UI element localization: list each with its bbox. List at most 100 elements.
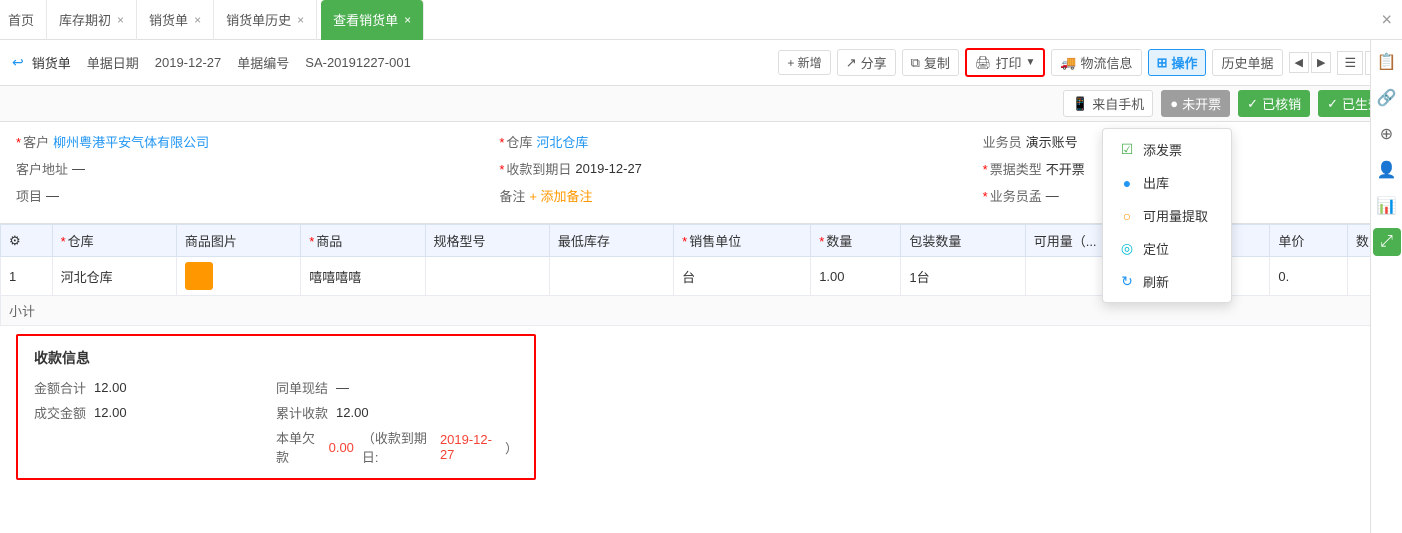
col-product-img: 商品图片 (176, 225, 300, 257)
owed-value: 0.00 (329, 440, 354, 455)
tab-view-sales-order[interactable]: 查看销货单 × (321, 0, 424, 40)
new-button[interactable]: + 新增 (778, 50, 830, 75)
cell-img (176, 257, 300, 296)
remark-field: 备注 + 添加备注 (499, 186, 902, 205)
cell-no: 1 (1, 257, 53, 296)
due-date-value: 2019-12-27 (575, 161, 655, 176)
deal-amount-item: 成交金额 12.00 (34, 403, 276, 422)
customer-field: *客户 柳州粤港平安气体有限公司 (16, 132, 419, 151)
nav-arrows: ◀ ▶ (1289, 52, 1332, 73)
share-button[interactable]: ↗ 分享 (837, 49, 896, 76)
dropdown-out-warehouse[interactable]: ● 出库 (1103, 166, 1231, 199)
add-invoice-icon: ☑ (1119, 142, 1135, 158)
doc-actions: + 新增 ↗ 分享 ⧉ 复制 🖨 打印 ▼ 🚚 物流信息 (778, 48, 1390, 77)
sidebar-expand-icon[interactable]: ⤢ (1373, 228, 1401, 256)
tab-close-inventory-init[interactable]: × (117, 13, 124, 27)
history-button[interactable]: 历史单据 (1212, 49, 1282, 76)
doc-number-value: SA-20191227-001 (305, 55, 411, 70)
doc-header: ↩ 销货单 单据日期 2019-12-27 单据编号 SA-20191227-0… (0, 40, 1402, 86)
customer-value[interactable]: 柳州粤港平安气体有限公司 (53, 132, 209, 151)
cumulative-value: 12.00 (336, 405, 369, 420)
tab-sales-order[interactable]: 销货单 × (137, 0, 214, 40)
nav-prev-button[interactable]: ◀ (1289, 52, 1309, 73)
tab-close-view-sales-order[interactable]: × (404, 13, 411, 27)
doc-number-label: 单据编号 (237, 53, 289, 72)
tab-home[interactable]: 首页 (8, 0, 47, 40)
from-mobile-button[interactable]: 📱 来自手机 (1063, 90, 1153, 117)
col-price: 单价 (1270, 225, 1347, 257)
col-spec: 规格型号 (425, 225, 549, 257)
copy-icon: ⧉ (911, 55, 920, 71)
col-min-stock: 最低库存 (549, 225, 673, 257)
due-date-field: *收款到期日 2019-12-27 (499, 159, 902, 178)
window-close-button[interactable]: × (1381, 9, 1392, 30)
dropdown-refresh[interactable]: ↻ 刷新 (1103, 265, 1231, 298)
logistics-button[interactable]: 🚚 物流信息 (1051, 49, 1141, 76)
total-amount-item: 金额合计 12.00 (34, 378, 276, 397)
cell-qty: 1.00 (811, 257, 901, 296)
due-date-note: 2019-12-27 (440, 432, 497, 462)
cell-unit: 台 (674, 257, 811, 296)
tab-sales-history[interactable]: 销货单历史 × (214, 0, 317, 40)
doc-title-area: ↩ 销货单 (12, 53, 71, 72)
ticket-icon: ● (1170, 96, 1178, 111)
cell-price: 0. (1270, 257, 1347, 296)
payment-title: 收款信息 (34, 348, 518, 368)
not-open-ticket-button[interactable]: ● 未开票 (1161, 90, 1230, 117)
col-warehouse: *仓库 (52, 225, 176, 257)
sidebar-link-icon[interactable]: 🔗 (1373, 84, 1401, 112)
right-sidebar: 📋 🔗 ⊕ 👤 📊 ⤢ (1370, 40, 1402, 533)
cell-product: 嘻嘻嘻嘻 (301, 257, 425, 296)
tab-close-sales-order[interactable]: × (194, 13, 201, 27)
payment-grid: 金额合计 12.00 同单现结 — 成交金额 12.00 累计收款 12.00 … (34, 378, 518, 466)
staff-label: 业务员 (983, 132, 1022, 151)
operate-icon: ⊞ (1157, 55, 1168, 71)
dropdown-locate[interactable]: ◎ 定位 (1103, 232, 1231, 265)
tab-close-sales-history[interactable]: × (297, 13, 304, 27)
col-settings: ⚙ (1, 225, 53, 257)
address-value: — (72, 161, 152, 176)
print-icon: 🖨 (975, 55, 992, 71)
owed-item: 本单欠款 0.00 （收款到期日: 2019-12-27 ） (276, 428, 518, 466)
tab-inventory-init[interactable]: 库存期初 × (47, 0, 137, 40)
doc-type-icon: ↩ (12, 54, 24, 71)
same-order-value: — (336, 380, 349, 395)
dropdown-add-invoice[interactable]: ☑ 添发票 (1103, 133, 1231, 166)
warehouse-value[interactable]: 河北仓库 (536, 132, 616, 151)
col-pack-qty: 包装数量 (901, 225, 1025, 257)
sidebar-add-icon[interactable]: ⊕ (1373, 120, 1401, 148)
deal-amount-value: 12.00 (94, 405, 127, 420)
cell-min-stock (549, 257, 673, 296)
dropdown-available-extract[interactable]: ○ 可用量提取 (1103, 199, 1231, 232)
staff-value: 演示账号 (1026, 132, 1106, 151)
print-button[interactable]: 🖨 打印 ▼ (965, 48, 1045, 77)
doc-meta: 单据日期 2019-12-27 单据编号 SA-20191227-001 (87, 53, 411, 72)
payment-section: 收款信息 金额合计 12.00 同单现结 — 成交金额 12.00 累计收款 1… (16, 334, 536, 480)
check-icon: ✓ (1247, 96, 1258, 112)
total-amount-value: 12.00 (94, 380, 127, 395)
logistics-icon: 🚚 (1060, 55, 1076, 71)
sidebar-chart-icon[interactable]: 📊 (1373, 192, 1401, 220)
check-off-button[interactable]: ✓ 已核销 (1238, 90, 1310, 117)
cell-pack-qty: 1台 (901, 257, 1025, 296)
doc-date-value: 2019-12-27 (155, 55, 222, 70)
view-list-button[interactable]: ☰ (1337, 51, 1363, 75)
doc-date-label: 单据日期 (87, 53, 139, 72)
main-content: ↩ 销货单 单据日期 2019-12-27 单据编号 SA-20191227-0… (0, 40, 1402, 533)
col-product: *商品 (301, 225, 425, 257)
address-field: 客户地址 — (16, 159, 419, 178)
add-remark-btn[interactable]: + 添加备注 (529, 186, 609, 205)
out-warehouse-icon: ● (1119, 175, 1135, 191)
operate-button[interactable]: ⊞ 操作 (1148, 49, 1207, 76)
refresh-icon: ↻ (1119, 274, 1135, 290)
sidebar-clipboard-icon[interactable]: 📋 (1373, 48, 1401, 76)
locate-icon: ◎ (1119, 241, 1135, 257)
copy-button[interactable]: ⧉ 复制 (902, 49, 959, 76)
same-order-item: 同单现结 — (276, 378, 518, 397)
cell-warehouse: 河北仓库 (52, 257, 176, 296)
available-icon: ○ (1119, 208, 1135, 224)
nav-next-button[interactable]: ▶ (1311, 52, 1331, 73)
mobile-icon: 📱 (1072, 96, 1088, 112)
sidebar-user-icon[interactable]: 👤 (1373, 156, 1401, 184)
product-image (185, 262, 213, 290)
